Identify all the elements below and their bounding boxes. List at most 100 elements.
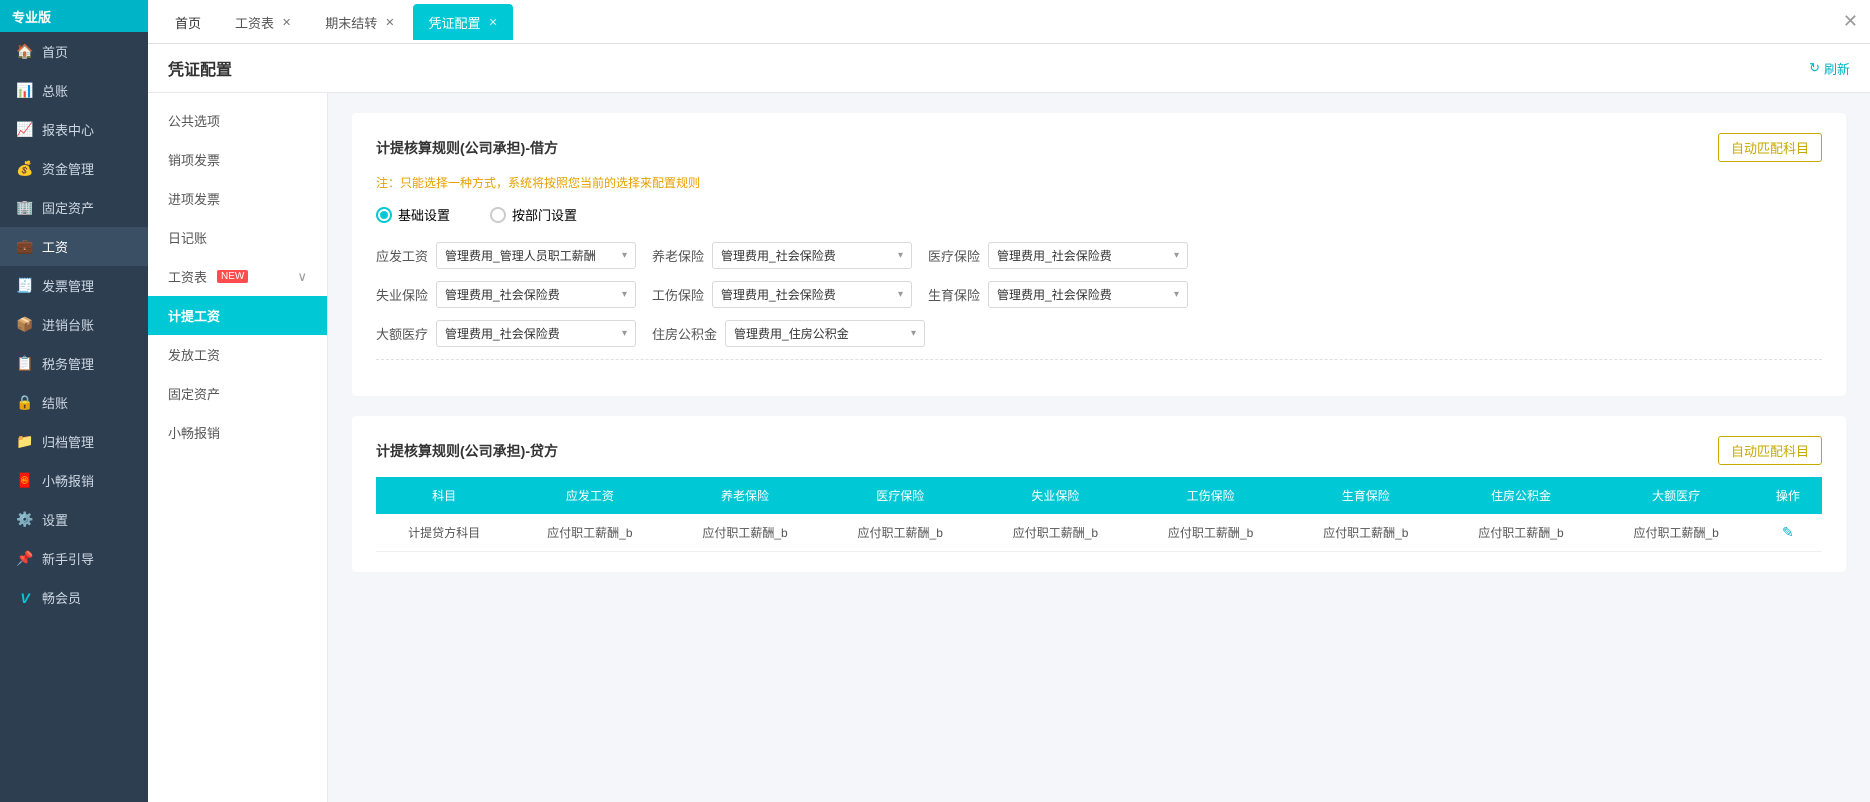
field-select-zhufang[interactable]: 管理费用_住房公积金 ▾ [725, 320, 925, 347]
menu-item-calc-salary[interactable]: 计提工资 [148, 296, 327, 335]
menu-item-expense[interactable]: 小畅报销 [148, 413, 327, 452]
funds-icon: 💰 [16, 160, 34, 177]
field-label-yanglao: 养老保险 [652, 246, 704, 265]
menu-item-fixed-assets[interactable]: 固定资产 [148, 374, 327, 413]
field-shengyu-baoxian: 生育保险 管理费用_社会保险费 ▾ [928, 281, 1188, 308]
sidebar-item-salary[interactable]: 💼 工资 [0, 227, 148, 266]
tab-home[interactable]: 首页 [160, 4, 216, 40]
sidebar-item-label: 首页 [42, 42, 68, 61]
cell-shiye: 应付职工薪酬_b [978, 514, 1133, 552]
col-gongshang: 工伤保险 [1133, 477, 1288, 514]
select-value-yingfa: 管理费用_管理人员职工薪酬 [445, 247, 596, 264]
col-yiliao: 医疗保险 [823, 477, 978, 514]
sidebar-item-label: 进销台账 [42, 315, 94, 334]
col-shiye: 失业保险 [978, 477, 1133, 514]
sidebar-item-label: 新手引导 [42, 549, 94, 568]
col-yingfa: 应发工资 [512, 477, 667, 514]
table-row: 计提贷方科目 应付职工薪酬_b 应付职工薪酬_b 应付职工薪酬_b 应付职工薪酬… [376, 514, 1822, 552]
cell-action[interactable]: ✎ [1754, 514, 1822, 552]
field-select-yanglao[interactable]: 管理费用_社会保险费 ▾ [712, 242, 912, 269]
debit-section-title: 计提核算规则(公司承担)-借方 [376, 138, 558, 158]
sidebar-item-expense[interactable]: 🧧 小畅报销 [0, 461, 148, 500]
sidebar-item-invoice[interactable]: 🧾 发票管理 [0, 266, 148, 305]
archive-icon: 📁 [16, 433, 34, 450]
debit-section-header: 计提核算规则(公司承担)-借方 自动匹配科目 [376, 133, 1822, 162]
menu-item-public[interactable]: 公共选项 [148, 101, 327, 140]
cell-daela: 应付职工薪酬_b [1599, 514, 1754, 552]
radio-basic[interactable]: 基础设置 [376, 205, 450, 224]
settings-icon: ⚙️ [16, 511, 34, 528]
radio-basic-label: 基础设置 [398, 205, 450, 224]
sidebar-item-home[interactable]: 🏠 首页 [0, 32, 148, 71]
debit-auto-match-button[interactable]: 自动匹配科目 [1718, 133, 1822, 162]
col-daela: 大额医疗 [1599, 477, 1754, 514]
sidebar-item-assets[interactable]: 🏢 固定资产 [0, 188, 148, 227]
menu-item-salary-table[interactable]: 工资表 NEW ∨ [148, 257, 327, 296]
sidebar-item-label: 税务管理 [42, 354, 94, 373]
field-select-gongshang[interactable]: 管理费用_社会保险费 ▾ [712, 281, 912, 308]
sidebar-item-funds[interactable]: 💰 资金管理 [0, 149, 148, 188]
tab-period-close[interactable]: 期末结转 ✕ [310, 4, 409, 40]
tab-voucher-config[interactable]: 凭证配置 ✕ [413, 4, 512, 40]
refresh-button[interactable]: ↻ 刷新 [1809, 59, 1850, 78]
sidebar-item-inventory[interactable]: 📦 进销台账 [0, 305, 148, 344]
reports-icon: 📈 [16, 121, 34, 138]
field-select-shiye[interactable]: 管理费用_社会保险费 ▾ [436, 281, 636, 308]
sidebar-item-settings[interactable]: ⚙️ 设置 [0, 500, 148, 539]
tab-voucher-config-close[interactable]: ✕ [489, 16, 498, 29]
credit-auto-match-button[interactable]: 自动匹配科目 [1718, 436, 1822, 465]
credit-section-title: 计提核算规则(公司承担)-贷方 [376, 441, 558, 461]
sidebar-item-tax[interactable]: 📋 税务管理 [0, 344, 148, 383]
inventory-icon: 📦 [16, 316, 34, 333]
credit-section-header: 计提核算规则(公司承担)-贷方 自动匹配科目 [376, 436, 1822, 465]
sidebar-item-ledger[interactable]: 📊 总账 [0, 71, 148, 110]
col-action: 操作 [1754, 477, 1822, 514]
credit-table: 科目 应发工资 养老保险 医疗保险 失业保险 工伤保险 生育保险 住房公积金 大… [376, 477, 1822, 552]
sidebar-item-guide[interactable]: 📌 新手引导 [0, 539, 148, 578]
tab-period-close-close[interactable]: ✕ [385, 16, 394, 29]
new-badge: NEW [217, 270, 248, 283]
menu-item-journal[interactable]: 日记账 [148, 218, 327, 257]
menu-item-pay-salary[interactable]: 发放工资 [148, 335, 327, 374]
sidebar-item-archive[interactable]: 📁 归档管理 [0, 422, 148, 461]
close-account-icon: 🔒 [16, 394, 34, 411]
right-content: 计提核算规则(公司承担)-借方 自动匹配科目 注：只能选择一种方式，系统将按照您… [328, 93, 1870, 802]
tab-salary-table[interactable]: 工资表 ✕ [220, 4, 306, 40]
credit-section: 计提核算规则(公司承担)-贷方 自动匹配科目 科目 应发工资 养老保险 医疗保险… [352, 416, 1846, 572]
sidebar-item-label: 发票管理 [42, 276, 94, 295]
field-yanglao-baoxian: 养老保险 管理费用_社会保险费 ▾ [652, 242, 912, 269]
app-name: 专业版 [0, 0, 148, 32]
section-divider [376, 359, 1822, 360]
sidebar-item-close[interactable]: 🔒 结账 [0, 383, 148, 422]
expand-icon: ∨ [297, 269, 307, 285]
field-label-yingfa: 应发工资 [376, 246, 428, 265]
field-select-shengyu[interactable]: 管理费用_社会保险费 ▾ [988, 281, 1188, 308]
tab-voucher-config-label: 凭证配置 [428, 13, 480, 32]
radio-group: 基础设置 按部门设置 [376, 205, 1822, 224]
chevron-down-icon: ▾ [1174, 250, 1179, 261]
field-label-yiliao: 医疗保险 [928, 246, 980, 265]
edit-icon[interactable]: ✎ [1782, 524, 1794, 540]
select-value-yiliao: 管理费用_社会保险费 [997, 247, 1112, 264]
field-select-yiliao[interactable]: 管理费用_社会保险费 ▾ [988, 242, 1188, 269]
field-yiliao-baoxian: 医疗保险 管理费用_社会保险费 ▾ [928, 242, 1188, 269]
guide-icon: 📌 [16, 550, 34, 567]
sidebar-item-label: 设置 [42, 510, 68, 529]
window-close-btn[interactable]: ✕ [1843, 11, 1858, 32]
sidebar-item-member[interactable]: V 畅会员 [0, 578, 148, 617]
field-select-yingfa[interactable]: 管理费用_管理人员职工薪酬 ▾ [436, 242, 636, 269]
content-area: 公共选项 销项发票 进项发票 日记账 工资表 NEW ∨ 计提工资 发放工资 [148, 93, 1870, 802]
debit-section: 计提核算规则(公司承担)-借方 自动匹配科目 注：只能选择一种方式，系统将按照您… [352, 113, 1846, 396]
sidebar-item-reports[interactable]: 📈 报表中心 [0, 110, 148, 149]
field-select-daela[interactable]: 管理费用_社会保险费 ▾ [436, 320, 636, 347]
tab-bar: 首页 工资表 ✕ 期末结转 ✕ 凭证配置 ✕ ✕ [148, 0, 1870, 44]
radio-dept[interactable]: 按部门设置 [490, 205, 577, 224]
field-label-daela: 大额医疗 [376, 324, 428, 343]
select-value-daela: 管理费用_社会保险费 [445, 325, 560, 342]
home-icon: 🏠 [16, 43, 34, 60]
select-value-shiye: 管理费用_社会保险费 [445, 286, 560, 303]
tab-salary-table-close[interactable]: ✕ [282, 16, 291, 29]
sidebar-item-label: 小畅报销 [42, 471, 94, 490]
menu-item-sales-invoice[interactable]: 销项发票 [148, 140, 327, 179]
menu-item-purchase-invoice[interactable]: 进项发票 [148, 179, 327, 218]
